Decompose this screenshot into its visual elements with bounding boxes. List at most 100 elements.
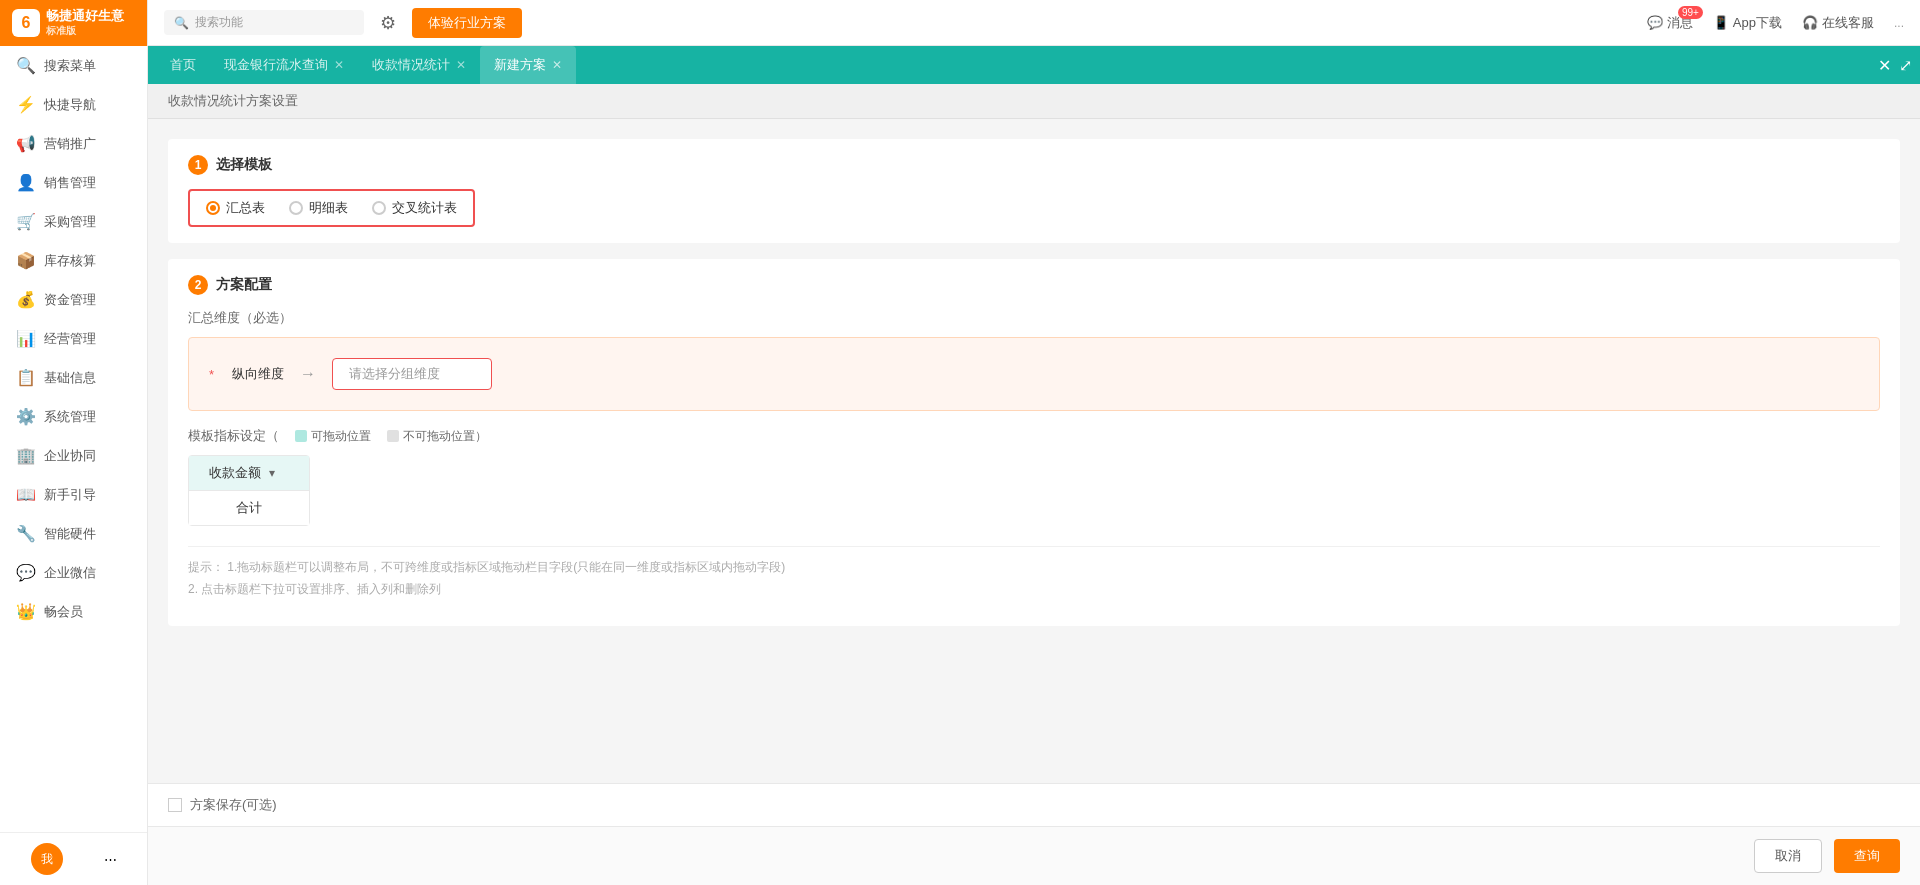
metrics-table: 收款金额 ▾ 合计 (188, 455, 310, 526)
sidebar-item-system[interactable]: ⚙️ 系统管理 (0, 397, 147, 436)
support-item[interactable]: 🎧 在线客服 (1802, 14, 1874, 32)
draggable-text: 可拖动位置 (311, 428, 371, 445)
sidebar-item-label: 新手引导 (44, 486, 96, 504)
sidebar-bottom: 我 ⋯ (0, 832, 147, 885)
sidebar-item-hardware[interactable]: 🔧 智能硬件 (0, 514, 147, 553)
logo-icon: 6 (12, 9, 40, 37)
close-icon[interactable]: ✕ (552, 58, 562, 72)
radio-circle-detail (289, 201, 303, 215)
radio-detail[interactable]: 明细表 (289, 199, 348, 217)
metrics-header-row: 收款金额 ▾ (189, 456, 309, 491)
tab-home[interactable]: 首页 (156, 46, 210, 84)
sidebar-item-label: 采购管理 (44, 213, 96, 231)
hint-area: 提示： 1.拖动标题栏可以调整布局，不可跨维度或指标区域拖动栏目字段(只能在同一… (188, 546, 1880, 610)
sidebar-item-label: 销售管理 (44, 174, 96, 192)
dimension-area: * 纵向维度 → 请选择分组维度 (188, 337, 1880, 411)
content-area: 收款情况统计方案设置 1 选择模板 汇总表 明细表 (148, 84, 1920, 885)
metrics-col-label: 收款金额 (209, 464, 261, 482)
sidebar: 6 畅捷通好生意 标准版 🔍 搜索菜单 ⚡ 快捷导航 📢 营销推广 👤 销售管理… (0, 0, 148, 885)
page-footer: 方案保存(可选) (148, 783, 1920, 826)
download-item[interactable]: 📱 App下载 (1713, 14, 1782, 32)
edition-badge: 标准版 (46, 24, 124, 38)
sidebar-item-marketing[interactable]: 📢 营销推广 (0, 124, 147, 163)
step2-number: 2 (188, 275, 208, 295)
drag-indicator (295, 430, 307, 442)
sidebar-item-label: 库存核算 (44, 252, 96, 270)
system-icon: ⚙️ (16, 407, 36, 426)
step2-title: 方案配置 (216, 276, 272, 294)
search-placeholder: 搜索功能 (195, 14, 243, 31)
save-checkbox[interactable] (168, 798, 182, 812)
sidebar-item-label: 企业协同 (44, 447, 96, 465)
sidebar-item-management[interactable]: 📊 经营管理 (0, 319, 147, 358)
step1-section: 1 选择模板 汇总表 明细表 交叉统计表 (168, 139, 1900, 243)
sidebar-item-purchase[interactable]: 🛒 采购管理 (0, 202, 147, 241)
member-icon: 👑 (16, 602, 36, 621)
tab-new-plan[interactable]: 新建方案 ✕ (480, 46, 576, 84)
close-window-icon[interactable]: ✕ (1878, 56, 1891, 75)
required-mark: * (209, 367, 214, 382)
sidebar-item-label: 系统管理 (44, 408, 96, 426)
step1-number: 1 (188, 155, 208, 175)
step2-label: 2 方案配置 (188, 275, 1880, 295)
tab-receipts[interactable]: 收款情况统计 ✕ (358, 46, 480, 84)
sidebar-item-base[interactable]: 📋 基础信息 (0, 358, 147, 397)
sidebar-item-label: 基础信息 (44, 369, 96, 387)
hint-line-2: 2. 点击标题栏下拉可设置排序、插入列和删除列 (188, 579, 1880, 601)
page-body: 1 选择模板 汇总表 明细表 交叉统计表 (148, 119, 1920, 783)
dim-vertical-label: 纵向维度 (232, 365, 284, 383)
sidebar-item-member[interactable]: 👑 畅会员 (0, 592, 147, 631)
chevron-down-icon[interactable]: ▾ (269, 466, 275, 480)
sidebar-item-search[interactable]: 🔍 搜索菜单 (0, 46, 147, 85)
sidebar-item-label: 畅会员 (44, 603, 83, 621)
cancel-button[interactable]: 取消 (1754, 839, 1822, 873)
step1-label: 1 选择模板 (188, 155, 1880, 175)
header-right: 💬 消息 99+ 📱 App下载 🎧 在线客服 ... (1647, 14, 1904, 32)
gear-icon[interactable]: ⚙ (380, 12, 396, 34)
inventory-icon: 📦 (16, 251, 36, 270)
sidebar-item-sales[interactable]: 👤 销售管理 (0, 163, 147, 202)
metrics-total-cell: 合计 (189, 491, 309, 525)
guide-icon: 📖 (16, 485, 36, 504)
notification-item[interactable]: 💬 消息 99+ (1647, 14, 1693, 32)
sidebar-item-label: 资金管理 (44, 291, 96, 309)
radio-summary[interactable]: 汇总表 (206, 199, 265, 217)
notification-count: 99+ (1678, 6, 1703, 19)
download-label: App下载 (1733, 14, 1782, 32)
radio-crosstab[interactable]: 交叉统计表 (372, 199, 457, 217)
quicknav-icon: ⚡ (16, 95, 36, 114)
page-title: 收款情况统计方案设置 (168, 93, 298, 108)
support-label: 在线客服 (1822, 14, 1874, 32)
trial-button[interactable]: 体验行业方案 (412, 8, 522, 38)
search-menu-icon: 🔍 (16, 56, 36, 75)
main-area: 🔍 搜索功能 ⚙ 体验行业方案 💬 消息 99+ 📱 App下载 🎧 在线客服 … (148, 0, 1920, 885)
search-icon: 🔍 (174, 16, 189, 30)
search-bar[interactable]: 🔍 搜索功能 (164, 10, 364, 35)
dimension-row: * 纵向维度 → 请选择分组维度 (209, 358, 1859, 390)
user-avatar[interactable]: 我 (31, 843, 63, 875)
tab-label: 现金银行流水查询 (224, 56, 328, 74)
sidebar-item-finance[interactable]: 💰 资金管理 (0, 280, 147, 319)
maximize-icon[interactable]: ⤢ (1899, 56, 1912, 75)
top-header: 🔍 搜索功能 ⚙ 体验行业方案 💬 消息 99+ 📱 App下载 🎧 在线客服 … (148, 0, 1920, 46)
sidebar-item-guide[interactable]: 📖 新手引导 (0, 475, 147, 514)
radio-label-summary: 汇总表 (226, 199, 265, 217)
hint-line-1: 提示： 1.拖动标题栏可以调整布局，不可跨维度或指标区域拖动栏目字段(只能在同一… (188, 557, 1880, 579)
close-icon[interactable]: ✕ (456, 58, 466, 72)
sidebar-item-wechat[interactable]: 💬 企业微信 (0, 553, 147, 592)
hardware-icon: 🔧 (16, 524, 36, 543)
radio-label-crosstab: 交叉统计表 (392, 199, 457, 217)
radio-circle-crosstab (372, 201, 386, 215)
tab-cashflow[interactable]: 现金银行流水查询 ✕ (210, 46, 358, 84)
query-button[interactable]: 查询 (1834, 839, 1900, 873)
sidebar-item-label: 搜索菜单 (44, 57, 96, 75)
sidebar-item-quicknav[interactable]: ⚡ 快捷导航 (0, 85, 147, 124)
radio-circle-summary (206, 201, 220, 215)
draggable-badge: 可拖动位置 (295, 428, 371, 445)
sidebar-item-inventory[interactable]: 📦 库存核算 (0, 241, 147, 280)
sidebar-item-enterprise[interactable]: 🏢 企业协同 (0, 436, 147, 475)
metrics-label: 模板指标设定（ 可拖动位置 不可拖动位置） (188, 427, 1880, 445)
close-icon[interactable]: ✕ (334, 58, 344, 72)
app-logo: 6 畅捷通好生意 标准版 (0, 0, 147, 46)
dim-select[interactable]: 请选择分组维度 (332, 358, 492, 390)
